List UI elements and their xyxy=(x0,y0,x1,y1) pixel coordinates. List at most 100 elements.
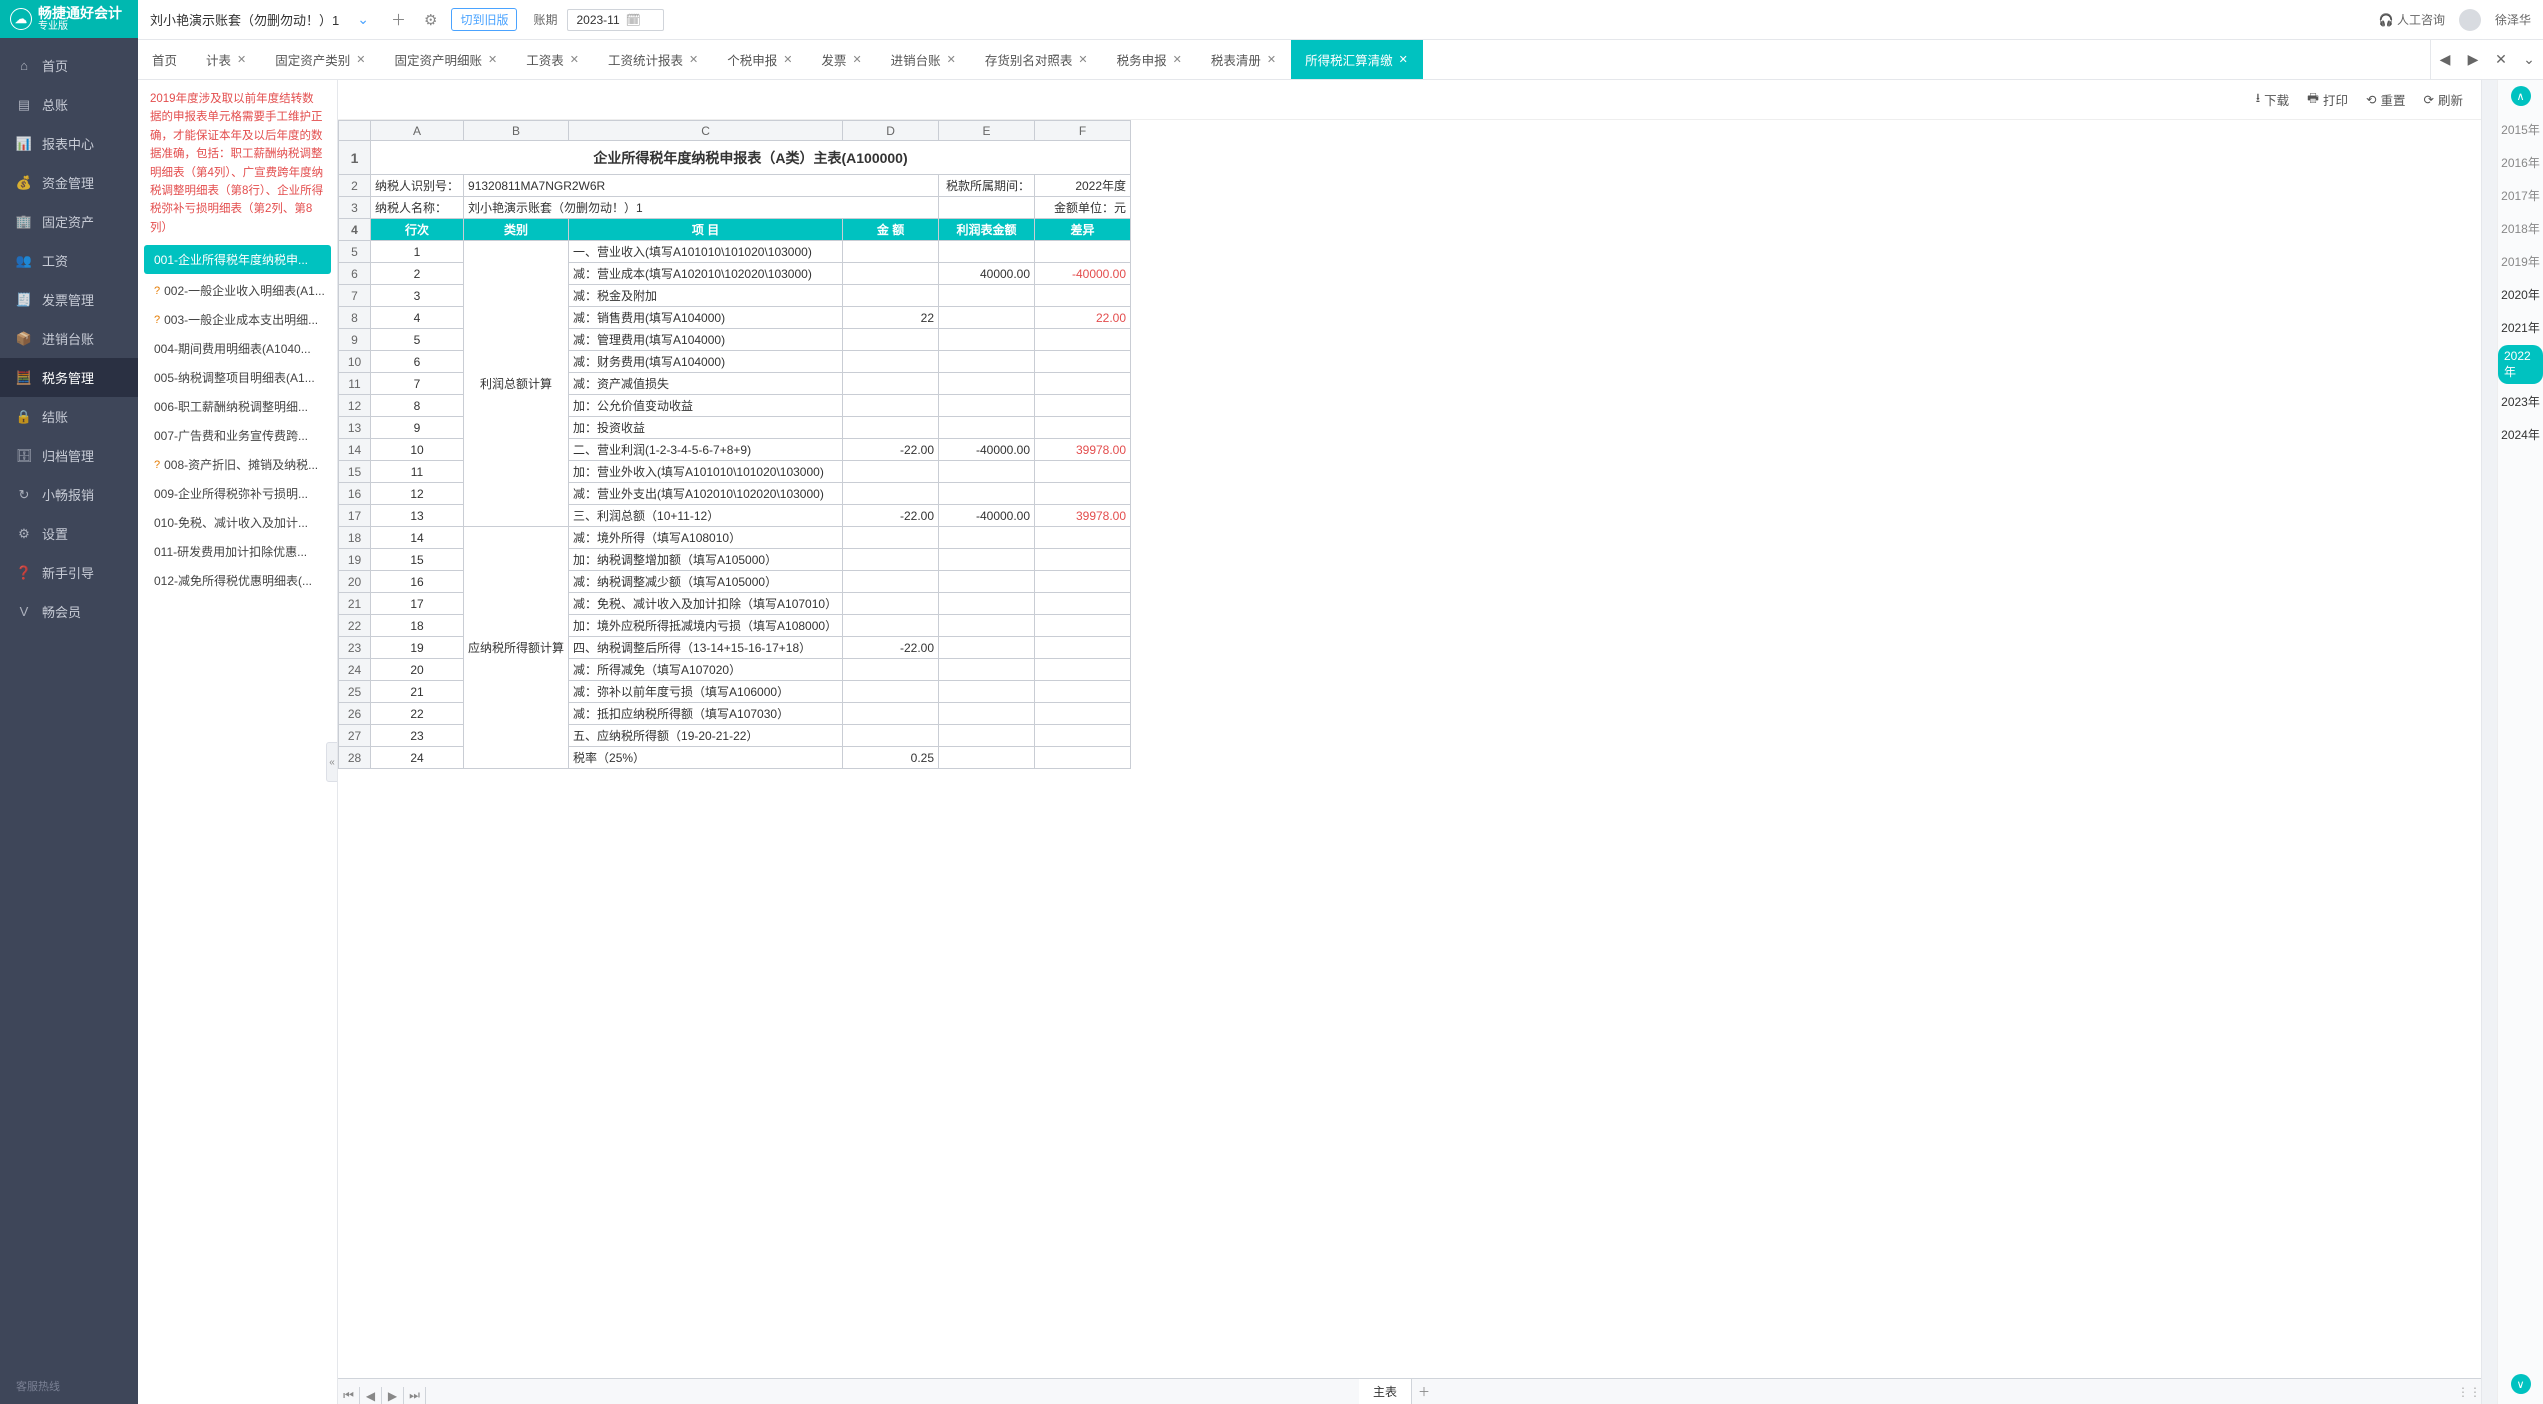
form-list-item[interactable]: 001-企业所得税年度纳税申... xyxy=(144,245,331,274)
chevron-down-icon[interactable]: ⌄ xyxy=(349,11,377,28)
cell[interactable] xyxy=(843,703,939,725)
form-list-item[interactable]: 004-期间费用明细表(A1040... xyxy=(138,334,337,363)
cell[interactable]: -22.00 xyxy=(843,505,939,527)
cell[interactable]: 项 目 xyxy=(569,219,843,241)
cell[interactable] xyxy=(843,241,939,263)
cell[interactable]: 税率（25%） xyxy=(569,747,843,769)
row-header[interactable]: 11 xyxy=(339,373,371,395)
row-header[interactable]: 21 xyxy=(339,593,371,615)
form-list-item[interactable]: 005-纳税调整项目明细表(A1... xyxy=(138,363,337,392)
cell[interactable]: 税款所属期间： xyxy=(939,175,1035,197)
cell[interactable] xyxy=(939,703,1035,725)
cell[interactable]: 企业所得税年度纳税申报表（A类）主表(A100000) xyxy=(371,141,1131,175)
cell[interactable] xyxy=(843,659,939,681)
cell[interactable]: 6 xyxy=(371,351,464,373)
gear-icon[interactable]: ⚙ xyxy=(420,11,441,29)
row-header[interactable]: 14 xyxy=(339,439,371,461)
spreadsheet[interactable]: ABCDEF 1企业所得税年度纳税申报表（A类）主表(A100000)2纳税人识… xyxy=(338,120,1131,769)
cell[interactable] xyxy=(843,483,939,505)
cell[interactable]: 12 xyxy=(371,483,464,505)
row-header[interactable]: 26 xyxy=(339,703,371,725)
cell[interactable] xyxy=(843,395,939,417)
cell[interactable]: 加：投资收益 xyxy=(569,417,843,439)
cell[interactable]: 减：销售费用(填写A104000) xyxy=(569,307,843,329)
row-header[interactable]: 22 xyxy=(339,615,371,637)
cell[interactable] xyxy=(939,549,1035,571)
cell[interactable]: 2 xyxy=(371,263,464,285)
col-header[interactable]: A xyxy=(371,121,464,141)
cell[interactable]: 5 xyxy=(371,329,464,351)
cell[interactable] xyxy=(1035,285,1131,307)
close-icon[interactable]: ✕ xyxy=(1078,53,1087,66)
row-header[interactable]: 1 xyxy=(339,141,371,175)
year-item[interactable]: 2016年 xyxy=(2499,147,2542,178)
year-item[interactable]: 2021年 xyxy=(2499,312,2542,343)
row-header[interactable]: 15 xyxy=(339,461,371,483)
sidebar-item[interactable]: 📊报表中心 xyxy=(0,124,138,163)
year-item[interactable]: 2019年 xyxy=(2499,246,2542,277)
row-header[interactable]: 19 xyxy=(339,549,371,571)
cell[interactable] xyxy=(939,725,1035,747)
cell[interactable]: 减：营业外支出(填写A102010\102020\103000) xyxy=(569,483,843,505)
sidebar-item[interactable]: 🏢固定资产 xyxy=(0,202,138,241)
cell[interactable]: 9 xyxy=(371,417,464,439)
cell[interactable] xyxy=(939,307,1035,329)
cell[interactable]: -40000.00 xyxy=(1035,263,1131,285)
sidebar-item[interactable]: 🧮税务管理 xyxy=(0,358,138,397)
year-item[interactable]: 2015年 xyxy=(2499,114,2542,145)
cell[interactable]: 四、纳税调整后所得（13-14+15-16-17+18） xyxy=(569,637,843,659)
cell[interactable] xyxy=(843,329,939,351)
cell[interactable]: 11 xyxy=(371,461,464,483)
sheet-tab-add-icon[interactable]: ＋ xyxy=(1412,1379,1436,1404)
cell[interactable]: 减：管理费用(填写A104000) xyxy=(569,329,843,351)
cell[interactable] xyxy=(843,527,939,549)
cell[interactable]: -40000.00 xyxy=(939,439,1035,461)
cell[interactable] xyxy=(843,615,939,637)
cell[interactable]: 4 xyxy=(371,307,464,329)
cell[interactable]: 金额单位：元 xyxy=(1035,197,1131,219)
cell[interactable]: 五、应纳税所得额（19-20-21-22） xyxy=(569,725,843,747)
cell[interactable]: 2022年度 xyxy=(1035,175,1131,197)
row-header[interactable]: 17 xyxy=(339,505,371,527)
sidebar-item[interactable]: ↻小畅报销 xyxy=(0,475,138,514)
cell[interactable] xyxy=(939,329,1035,351)
cell[interactable]: 10 xyxy=(371,439,464,461)
cell[interactable] xyxy=(843,681,939,703)
cell[interactable] xyxy=(939,659,1035,681)
cell[interactable]: 一、营业收入(填写A101010\101020\103000) xyxy=(569,241,843,263)
cell[interactable] xyxy=(1035,241,1131,263)
cell[interactable]: 差异 xyxy=(1035,219,1131,241)
cell[interactable]: 15 xyxy=(371,549,464,571)
sidebar-item[interactable]: 🔒结账 xyxy=(0,397,138,436)
tab[interactable]: 所得税汇算清缴✕ xyxy=(1291,40,1423,79)
close-icon[interactable]: ✕ xyxy=(947,53,956,66)
cell[interactable]: 91320811MA7NGR2W6R xyxy=(464,175,939,197)
refresh-button[interactable]: ⟳刷新 xyxy=(2424,90,2464,109)
cell[interactable] xyxy=(1035,681,1131,703)
close-icon[interactable]: ✕ xyxy=(488,53,497,66)
cell[interactable] xyxy=(843,593,939,615)
close-icon[interactable]: ✕ xyxy=(1267,53,1276,66)
sheet-nav-last-icon[interactable]: ⏭ xyxy=(404,1387,426,1404)
form-list-item[interactable]: ?002-一般企业收入明细表(A1... xyxy=(138,276,337,305)
sidebar-item[interactable]: ⌂首页 xyxy=(0,46,138,85)
cell[interactable]: 减：税金及附加 xyxy=(569,285,843,307)
cell[interactable] xyxy=(1035,703,1131,725)
cell[interactable]: 纳税人名称： xyxy=(371,197,464,219)
row-header[interactable]: 24 xyxy=(339,659,371,681)
row-header[interactable]: 27 xyxy=(339,725,371,747)
cell[interactable]: 行次 xyxy=(371,219,464,241)
tab[interactable]: 税表清册✕ xyxy=(1197,40,1291,79)
close-icon[interactable]: ✕ xyxy=(356,53,365,66)
cell[interactable]: 1 xyxy=(371,241,464,263)
cell[interactable]: 22 xyxy=(371,703,464,725)
download-button[interactable]: ⭳下载 xyxy=(2256,89,2289,110)
account-selector[interactable]: 刘小艳演示账套（勿删勿动！）1 xyxy=(150,10,339,29)
tab[interactable]: 固定资产明细账✕ xyxy=(380,40,512,79)
cell[interactable] xyxy=(939,351,1035,373)
sheet-tab-main[interactable]: 主表 xyxy=(1359,1379,1412,1404)
col-header[interactable]: E xyxy=(939,121,1035,141)
sheet-nav-first-icon[interactable]: ⏮ xyxy=(338,1387,360,1404)
period-input[interactable]: 2023-11 🗓 xyxy=(567,9,663,31)
print-button[interactable]: 🖶打印 xyxy=(2307,89,2348,110)
